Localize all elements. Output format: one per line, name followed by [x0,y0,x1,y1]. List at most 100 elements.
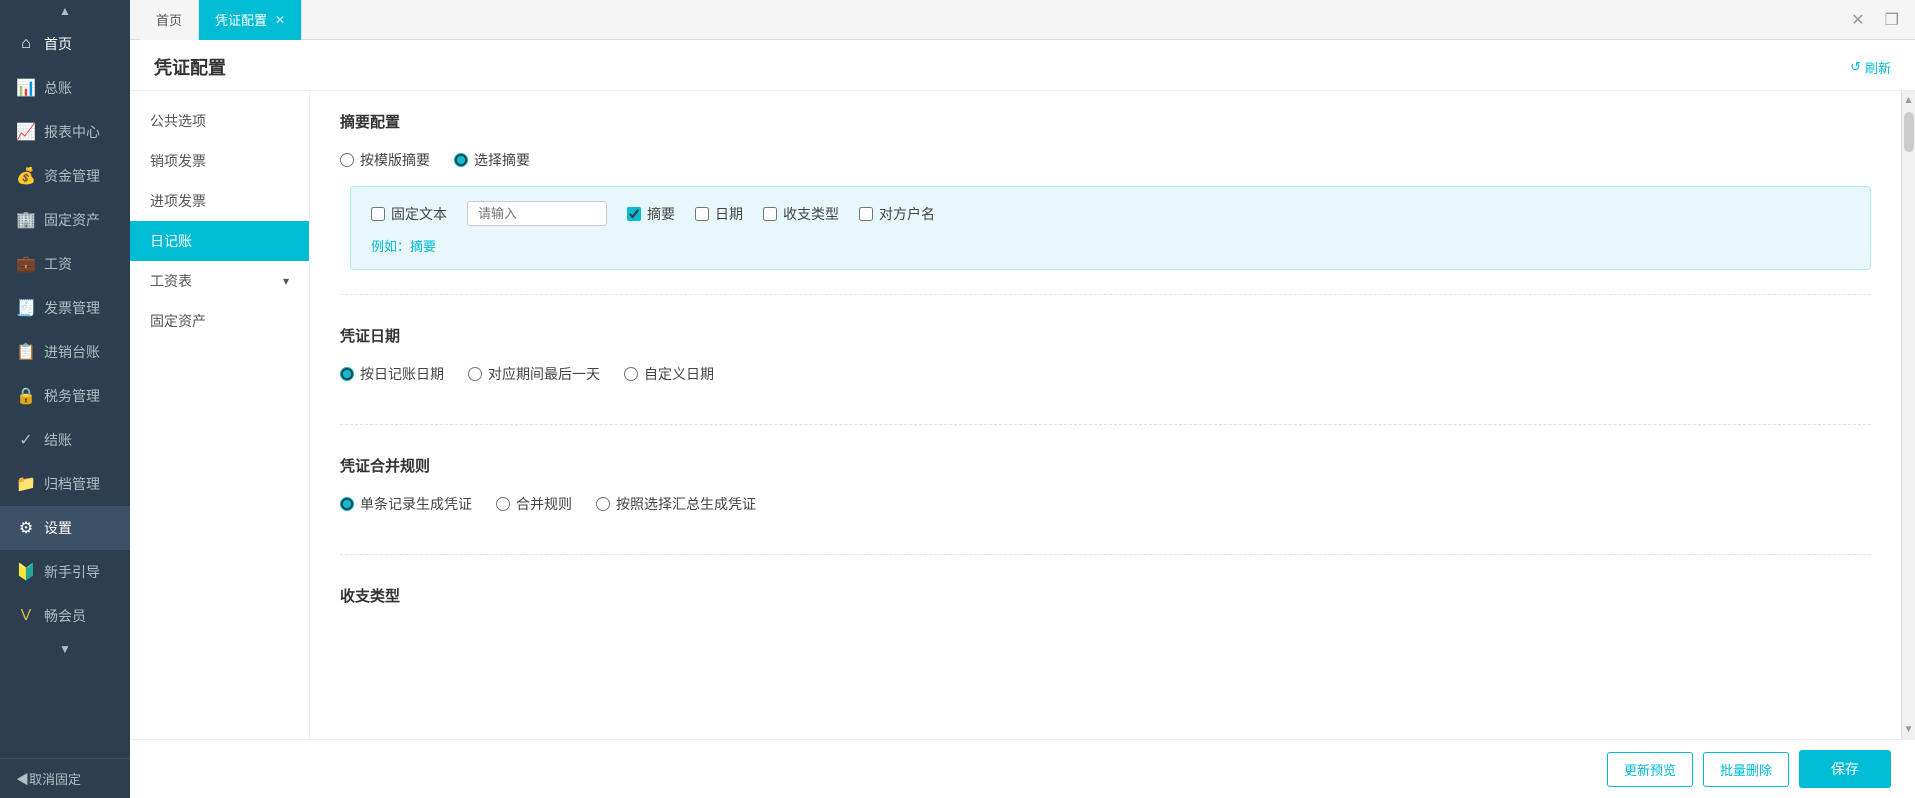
batch-delete-button[interactable]: 批量删除 [1703,752,1789,787]
refresh-icon: ↺ [1850,59,1861,75]
update-preview-button[interactable]: 更新预览 [1607,752,1693,787]
tab-home[interactable]: 首页 [140,0,199,40]
sidebar-item-tax[interactable]: 🔒 税务管理 [0,374,130,418]
summary-example: 例如：摘要 [371,236,1850,255]
single-record-radio[interactable] [340,497,354,511]
sidebar-item-home[interactable]: ⌂ 首页 [0,22,130,66]
sidebar-item-label: 工资 [44,254,72,274]
sidebar-item-settle[interactable]: ✓ 结账 [0,418,130,462]
sidebar-item-assets[interactable]: 🏢 固定资产 [0,198,130,242]
summary-checkbox[interactable] [627,207,641,221]
tab-voucher-config[interactable]: 凭证配置 ✕ [199,0,302,40]
date-checkbox[interactable] [695,207,709,221]
refresh-label: 刷新 [1865,58,1891,77]
income-type-checkbox-label[interactable]: 收支类型 [763,204,839,224]
last-day-radio[interactable] [468,367,482,381]
invoice-mgmt-icon: 🧾 [16,298,36,318]
sidebar-scroll-down[interactable]: ▼ [0,638,130,660]
summary-radio-group: 按模版摘要 选择摘要 [340,150,1871,170]
by-journal-date-radio[interactable] [340,367,354,381]
window-close-button[interactable]: ✕ [1845,8,1870,32]
by-journal-date-radio-label[interactable]: 按日记账日期 [340,364,444,384]
date-checkbox-label[interactable]: 日期 [695,204,743,224]
sidebar-item-label: 首页 [44,34,72,54]
sidebar-item-funds[interactable]: 💰 资金管理 [0,154,130,198]
left-nav-sales-invoice[interactable]: 销项发票 [130,141,309,181]
voucher-date-section: 凭证日期 按日记账日期 对应期间最后一天 自定义日期 [340,325,1871,425]
refresh-button[interactable]: ↺ 刷新 [1850,58,1891,77]
window-restore-button[interactable]: ❐ [1879,8,1905,32]
custom-date-label: 自定义日期 [644,364,714,384]
sidebar-scroll-up[interactable]: ▲ [0,0,130,22]
sales-ledger-icon: 📋 [16,342,36,362]
select-summary-radio[interactable] [454,153,468,167]
sidebar-unpin-button[interactable]: ◀取消固定 [0,758,130,798]
scrollbar[interactable]: ▲ ▼ [1901,91,1915,739]
sidebar-item-payroll[interactable]: 💼 工资 [0,242,130,286]
custom-date-radio[interactable] [624,367,638,381]
tab-voucher-config-label: 凭证配置 [215,10,267,29]
sidebar-item-member[interactable]: V 畅会员 [0,594,130,638]
summary-checkbox-text: 摘要 [647,204,675,224]
left-nav-journal[interactable]: 日记账 [130,221,309,261]
select-summary-radio-label[interactable]: 选择摘要 [454,150,530,170]
sidebar-item-archive[interactable]: 📁 归档管理 [0,462,130,506]
sidebar-item-ledger[interactable]: 📊 总账 [0,66,130,110]
merge-rule-radio-label[interactable]: 合并规则 [496,494,572,514]
summary-options-box: 固定文本 摘要 日期 [350,186,1871,270]
archive-icon: 📁 [16,474,36,494]
summary-section-title: 摘要配置 [340,111,1871,132]
custom-date-radio-label[interactable]: 自定义日期 [624,364,714,384]
summary-example-text: 例如：摘要 [371,239,436,254]
left-nav-public[interactable]: 公共选项 [130,101,309,141]
select-merge-radio[interactable] [596,497,610,511]
select-merge-radio-label[interactable]: 按照选择汇总生成凭证 [596,494,756,514]
last-day-radio-label[interactable]: 对应期间最后一天 [468,364,600,384]
counterparty-label: 对方户名 [879,204,935,224]
scroll-up-arrow[interactable]: ▲ [1902,91,1915,110]
tab-bar: 首页 凭证配置 ✕ ✕ ❐ [130,0,1915,40]
save-button[interactable]: 保存 [1799,750,1891,788]
merge-rule-radio[interactable] [496,497,510,511]
ledger-icon: 📊 [16,78,36,98]
income-type-checkbox[interactable] [763,207,777,221]
merge-rule-radio-group: 单条记录生成凭证 合并规则 按照选择汇总生成凭证 [340,494,1871,514]
window-controls: ✕ ❐ [1845,8,1905,32]
sidebar-item-sales-ledger[interactable]: 📋 进销台账 [0,330,130,374]
single-record-radio-label[interactable]: 单条记录生成凭证 [340,494,472,514]
tab-home-label: 首页 [156,10,182,29]
left-nav-purchase-invoice[interactable]: 进项发票 [130,181,309,221]
sidebar-item-invoice-mgmt[interactable]: 🧾 发票管理 [0,286,130,330]
sidebar-item-label: 设置 [44,518,72,538]
template-summary-radio[interactable] [340,153,354,167]
tax-icon: 🔒 [16,386,36,406]
sidebar-item-settings[interactable]: ⚙ 设置 [0,506,130,550]
sidebar-item-label: 归档管理 [44,474,100,494]
sidebar-item-label: 固定资产 [44,210,100,230]
sidebar-item-guide[interactable]: 🔰 新手引导 [0,550,130,594]
summary-checkbox-label[interactable]: 摘要 [627,204,675,224]
merge-rule-title: 凭证合并规则 [340,455,1871,476]
fixed-text-checkbox-label[interactable]: 固定文本 [371,204,447,224]
scroll-thumb[interactable] [1904,112,1914,152]
tab-close-icon[interactable]: ✕ [275,13,285,27]
left-nav-salary-table[interactable]: 工资表 ▾ [130,261,309,301]
fixed-text-checkbox[interactable] [371,207,385,221]
page-title: 凭证配置 [154,54,226,80]
left-nav-fixed-assets[interactable]: 固定资产 [130,301,309,341]
sidebar-item-label: 新手引导 [44,562,100,582]
summary-section: 摘要配置 按模版摘要 选择摘要 [340,111,1871,295]
template-summary-radio-label[interactable]: 按模版摘要 [340,150,430,170]
income-type-label: 收支类型 [783,204,839,224]
voucher-date-radio-group: 按日记账日期 对应期间最后一天 自定义日期 [340,364,1871,384]
reports-icon: 📈 [16,122,36,142]
left-nav-public-label: 公共选项 [150,111,206,131]
voucher-date-title: 凭证日期 [340,325,1871,346]
counterparty-checkbox[interactable] [859,207,873,221]
scroll-down-arrow[interactable]: ▼ [1902,720,1915,739]
assets-icon: 🏢 [16,210,36,230]
sidebar-item-reports[interactable]: 📈 报表中心 [0,110,130,154]
left-nav-purchase-invoice-label: 进项发票 [150,191,206,211]
counterparty-checkbox-label[interactable]: 对方户名 [859,204,935,224]
fixed-text-input[interactable] [467,201,607,226]
